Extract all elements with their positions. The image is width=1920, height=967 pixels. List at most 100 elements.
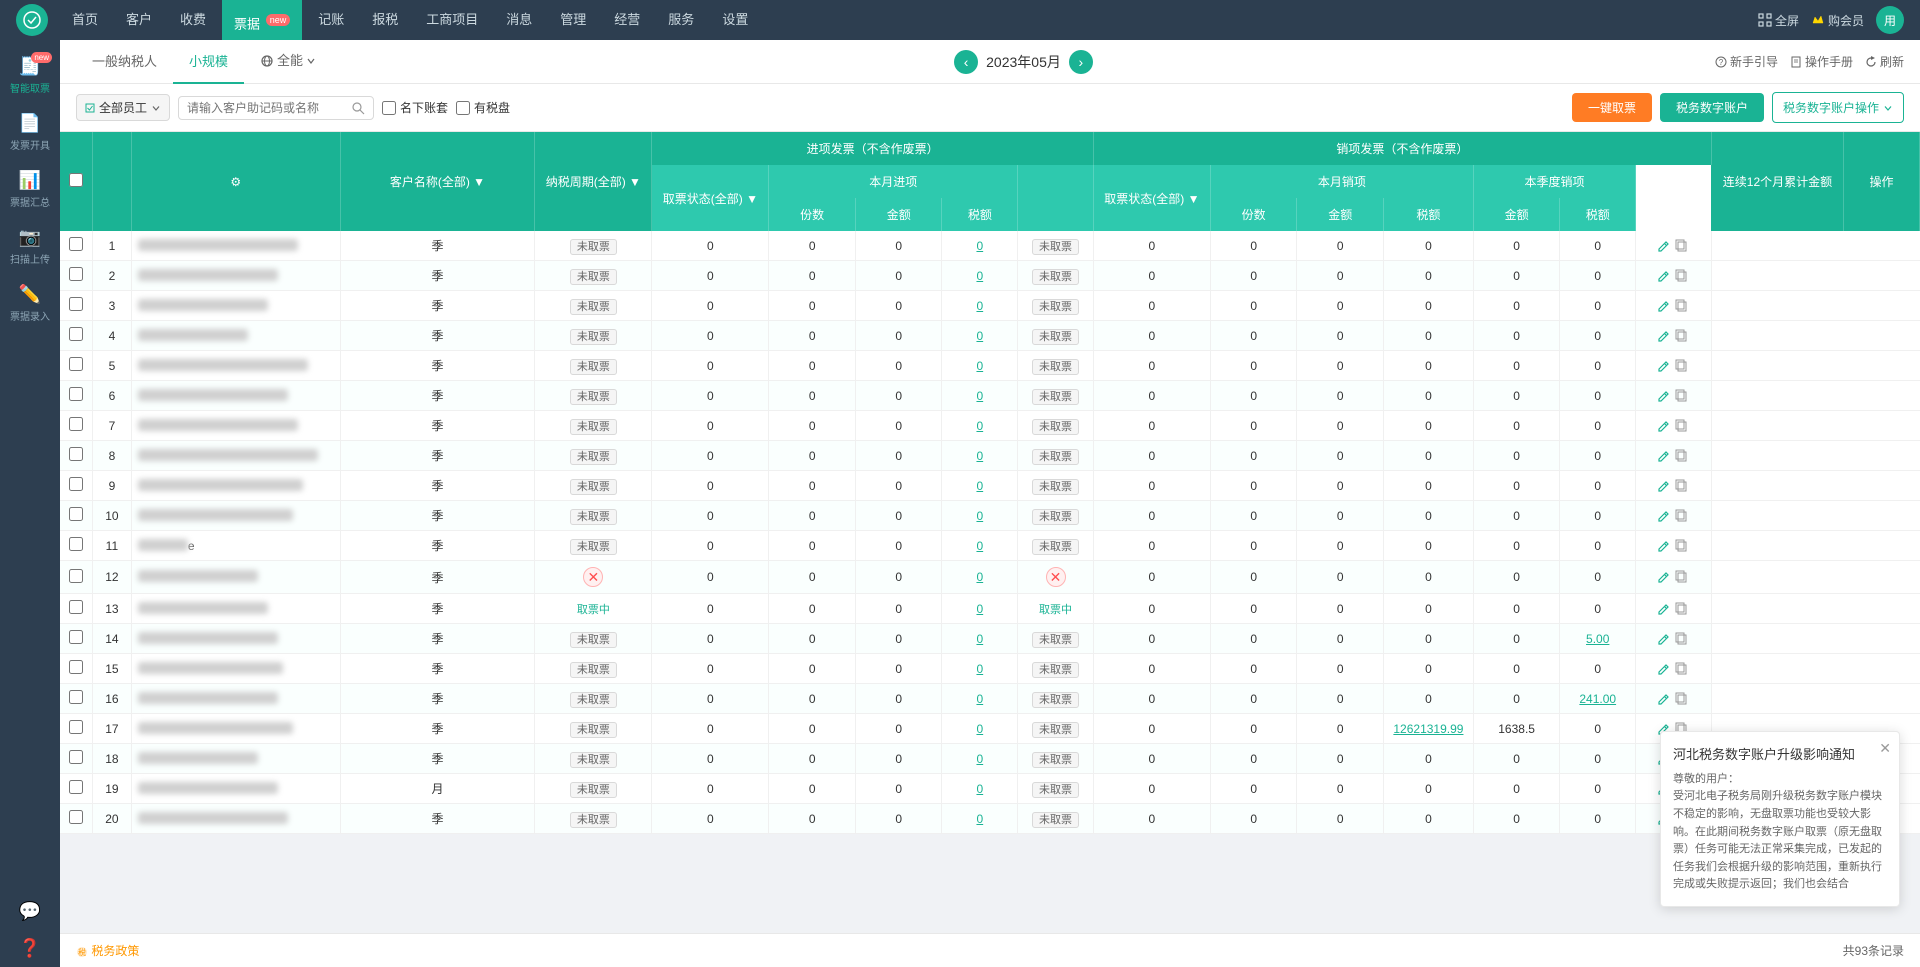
- row-checkbox[interactable]: [69, 477, 83, 491]
- row-checkbox[interactable]: [69, 780, 83, 794]
- tab-general-taxpayer[interactable]: 一般纳税人: [76, 40, 173, 84]
- edit-icon[interactable]: [1657, 692, 1671, 706]
- in-fetch-link[interactable]: 0: [976, 632, 983, 646]
- edit-icon[interactable]: [1657, 359, 1671, 373]
- nav-settings[interactable]: 设置: [710, 0, 760, 40]
- copy-icon[interactable]: [1675, 299, 1689, 313]
- th-out-fetch-status[interactable]: 取票状态(全部) ▼: [1093, 165, 1210, 231]
- in-fetch-link[interactable]: 0: [976, 782, 983, 796]
- in-fetch-link[interactable]: 0: [976, 539, 983, 553]
- in-fetch-link[interactable]: 0: [976, 419, 983, 433]
- manual-btn[interactable]: 操作手册: [1790, 53, 1853, 70]
- row-checkbox[interactable]: [69, 267, 83, 281]
- nav-message[interactable]: 消息: [494, 0, 544, 40]
- copy-icon[interactable]: [1675, 662, 1689, 676]
- edit-icon[interactable]: [1657, 329, 1671, 343]
- nav-tax[interactable]: 报税: [360, 0, 410, 40]
- consecutive-link[interactable]: 241.00: [1579, 692, 1616, 706]
- in-fetch-link[interactable]: 0: [976, 479, 983, 493]
- search-input-field[interactable]: [187, 101, 347, 115]
- copy-icon[interactable]: [1675, 329, 1689, 343]
- copy-icon[interactable]: [1675, 479, 1689, 493]
- edit-icon[interactable]: [1657, 570, 1671, 584]
- copy-icon[interactable]: [1675, 269, 1689, 283]
- consecutive-link[interactable]: 5.00: [1586, 632, 1609, 646]
- row-checkbox[interactable]: [69, 750, 83, 764]
- row-checkbox[interactable]: [69, 387, 83, 401]
- edit-icon[interactable]: [1657, 239, 1671, 253]
- copy-icon[interactable]: [1675, 632, 1689, 646]
- return-amount-link[interactable]: 12621319.99: [1393, 722, 1463, 736]
- in-fetch-link[interactable]: 0: [976, 570, 983, 584]
- in-fetch-link[interactable]: 0: [976, 239, 983, 253]
- copy-icon[interactable]: [1675, 419, 1689, 433]
- th-setting[interactable]: ⚙: [131, 132, 340, 231]
- employee-filter[interactable]: 全部员工: [76, 94, 170, 121]
- row-checkbox[interactable]: [69, 237, 83, 251]
- tax-digital-account-ops-btn[interactable]: 税务数字账户操作: [1772, 92, 1904, 123]
- row-checkbox[interactable]: [69, 630, 83, 644]
- copy-icon[interactable]: [1675, 692, 1689, 706]
- nav-manage[interactable]: 管理: [548, 0, 598, 40]
- copy-icon[interactable]: [1675, 570, 1689, 584]
- has-taxpad-filter[interactable]: 有税盘: [456, 99, 510, 116]
- in-fetch-link[interactable]: 0: [976, 509, 983, 523]
- nav-charge[interactable]: 收费: [168, 0, 218, 40]
- row-checkbox[interactable]: [69, 690, 83, 704]
- refresh-btn[interactable]: 刷新: [1865, 53, 1904, 70]
- edit-icon[interactable]: [1657, 269, 1671, 283]
- user-avatar[interactable]: 用: [1876, 6, 1904, 34]
- row-checkbox[interactable]: [69, 720, 83, 734]
- member-btn[interactable]: 购会员: [1811, 12, 1864, 29]
- row-checkbox[interactable]: [69, 660, 83, 674]
- nav-customer[interactable]: 客户: [114, 0, 164, 40]
- in-fetch-link[interactable]: 0: [976, 359, 983, 373]
- copy-icon[interactable]: [1675, 602, 1689, 616]
- row-checkbox[interactable]: [69, 810, 83, 824]
- has-taxpad-checkbox[interactable]: [456, 101, 470, 115]
- edit-icon[interactable]: [1657, 299, 1671, 313]
- in-fetch-link[interactable]: 0: [976, 722, 983, 736]
- in-fetch-link[interactable]: 0: [976, 329, 983, 343]
- row-checkbox[interactable]: [69, 327, 83, 341]
- edit-icon[interactable]: [1657, 509, 1671, 523]
- in-fetch-link[interactable]: 0: [976, 449, 983, 463]
- sidebar-item-summary[interactable]: 📊 票据汇总: [2, 162, 58, 217]
- nav-home[interactable]: 首页: [60, 0, 110, 40]
- copy-icon[interactable]: [1675, 449, 1689, 463]
- in-fetch-link[interactable]: 0: [976, 692, 983, 706]
- edit-icon[interactable]: [1657, 479, 1671, 493]
- row-checkbox[interactable]: [69, 537, 83, 551]
- sidebar-item-help[interactable]: ❓: [2, 930, 58, 967]
- row-checkbox[interactable]: [69, 297, 83, 311]
- in-fetch-link[interactable]: 0: [976, 662, 983, 676]
- new-guide-btn[interactable]: ? 新手引导: [1715, 53, 1778, 70]
- edit-icon[interactable]: [1657, 539, 1671, 553]
- next-month-btn[interactable]: ›: [1069, 50, 1093, 74]
- in-fetch-link[interactable]: 0: [976, 269, 983, 283]
- nav-service[interactable]: 服务: [656, 0, 706, 40]
- prev-month-btn[interactable]: ‹: [954, 50, 978, 74]
- my-account-checkbox[interactable]: [382, 101, 396, 115]
- in-fetch-link[interactable]: 0: [976, 389, 983, 403]
- one-click-fetch-btn[interactable]: 一键取票: [1572, 93, 1652, 122]
- in-fetch-link[interactable]: 0: [976, 812, 983, 826]
- copy-icon[interactable]: [1675, 389, 1689, 403]
- copy-icon[interactable]: [1675, 239, 1689, 253]
- select-all-checkbox[interactable]: [69, 173, 83, 187]
- edit-icon[interactable]: [1657, 602, 1671, 616]
- fullscreen-btn[interactable]: 全屏: [1758, 12, 1799, 29]
- copy-icon[interactable]: [1675, 359, 1689, 373]
- tax-policy-link[interactable]: 税 税务政策: [76, 942, 139, 959]
- th-in-fetch-status[interactable]: 取票状态(全部) ▼: [652, 165, 769, 231]
- in-fetch-link[interactable]: 0: [976, 299, 983, 313]
- edit-icon[interactable]: [1657, 662, 1671, 676]
- tab-all[interactable]: 全能: [244, 40, 332, 84]
- th-tax-period[interactable]: 纳税周期(全部) ▼: [535, 132, 652, 231]
- th-client-name[interactable]: 客户名称(全部) ▼: [340, 132, 535, 231]
- edit-icon[interactable]: [1657, 419, 1671, 433]
- row-checkbox[interactable]: [69, 447, 83, 461]
- copy-icon[interactable]: [1675, 539, 1689, 553]
- tax-digital-account-btn[interactable]: 税务数字账户: [1660, 93, 1764, 122]
- sidebar-item-smart-invoice[interactable]: 🧾 智能取票 new: [2, 48, 58, 103]
